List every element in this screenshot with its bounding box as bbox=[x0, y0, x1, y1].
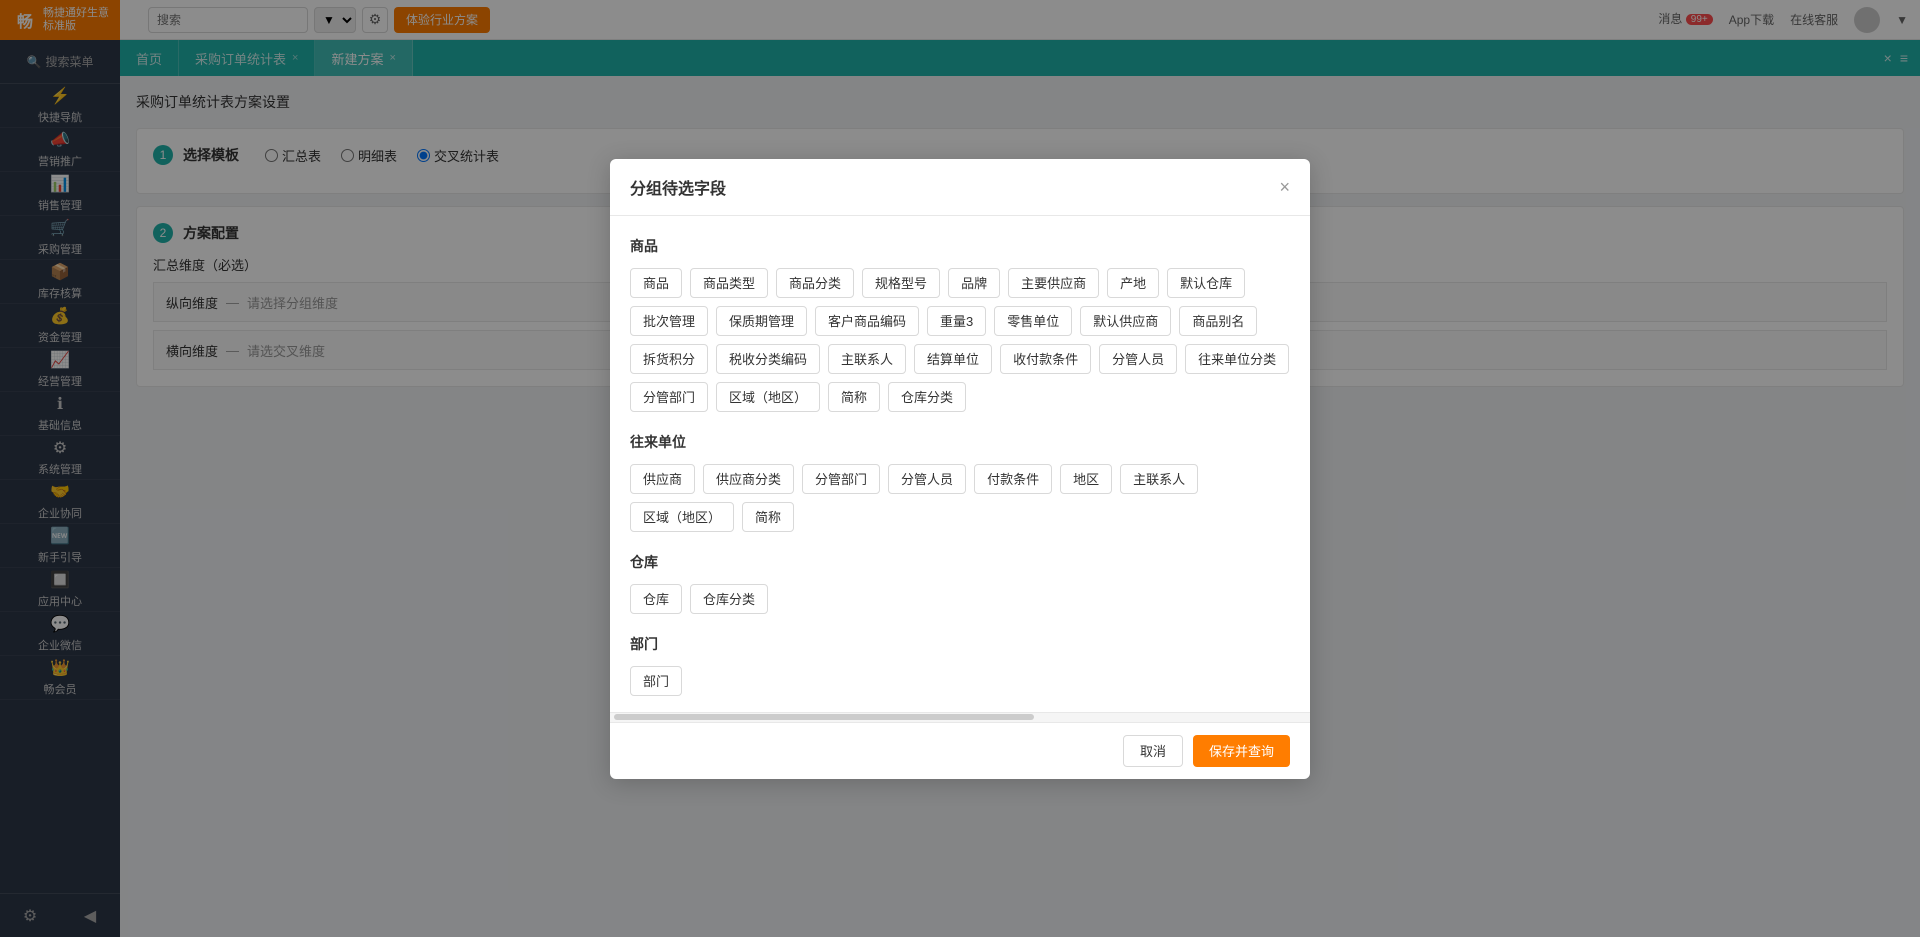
field-tag-spec[interactable]: 规格型号 bbox=[862, 268, 940, 298]
field-tag-supplier[interactable]: 供应商 bbox=[630, 464, 695, 494]
confirm-button[interactable]: 保存并查询 bbox=[1193, 735, 1290, 767]
field-tag-origin[interactable]: 产地 bbox=[1107, 268, 1159, 298]
department-field-tags: 部门 bbox=[630, 666, 1290, 696]
field-tag-default-warehouse[interactable]: 默认仓库 bbox=[1167, 268, 1245, 298]
section-product: 商品 商品 商品类型 商品分类 规格型号 品牌 主要供应商 产地 默认仓库 批次… bbox=[630, 236, 1290, 412]
field-tag-department[interactable]: 部门 bbox=[630, 666, 682, 696]
field-tag-settlement-unit[interactable]: 结算单位 bbox=[914, 344, 992, 374]
field-tag-counterpart-category[interactable]: 往来单位分类 bbox=[1185, 344, 1289, 374]
field-tag-cp-supervisor[interactable]: 分管人员 bbox=[888, 464, 966, 494]
field-tag-payment-cond[interactable]: 付款条件 bbox=[974, 464, 1052, 494]
product-field-tags: 商品 商品类型 商品分类 规格型号 品牌 主要供应商 产地 默认仓库 批次管理 … bbox=[630, 268, 1290, 412]
section-product-title: 商品 bbox=[630, 236, 1290, 256]
modal-title: 分组待选字段 bbox=[630, 175, 726, 199]
modal-horizontal-scrollbar[interactable] bbox=[610, 712, 1310, 722]
section-counterpart-title: 往来单位 bbox=[630, 432, 1290, 452]
field-tag-warehouse-category[interactable]: 仓库分类 bbox=[888, 382, 966, 412]
cancel-button[interactable]: 取消 bbox=[1123, 735, 1183, 767]
section-department: 部门 部门 bbox=[630, 634, 1290, 696]
field-tag-wh[interactable]: 仓库 bbox=[630, 584, 682, 614]
field-tag-product-category[interactable]: 商品分类 bbox=[776, 268, 854, 298]
modal-footer: 取消 保存并查询 bbox=[610, 722, 1310, 779]
field-tag-supplier-category[interactable]: 供应商分类 bbox=[703, 464, 794, 494]
field-tag-customer-code[interactable]: 客户商品编码 bbox=[815, 306, 919, 336]
field-tag-split-points[interactable]: 拆货积分 bbox=[630, 344, 708, 374]
section-counterpart: 往来单位 供应商 供应商分类 分管部门 分管人员 付款条件 地区 主联系人 区域… bbox=[630, 432, 1290, 532]
field-tag-main-contact[interactable]: 主联系人 bbox=[1120, 464, 1198, 494]
field-tag-batch[interactable]: 批次管理 bbox=[630, 306, 708, 336]
section-department-title: 部门 bbox=[630, 634, 1290, 654]
field-select-modal: 分组待选字段 × 商品 商品 商品类型 商品分类 规格型号 品牌 主要供应商 产… bbox=[610, 159, 1310, 779]
field-tag-payment-terms[interactable]: 收付款条件 bbox=[1000, 344, 1091, 374]
field-tag-region[interactable]: 区域（地区） bbox=[716, 382, 820, 412]
field-tag-cp-region[interactable]: 区域（地区） bbox=[630, 502, 734, 532]
field-tag-dept[interactable]: 分管部门 bbox=[630, 382, 708, 412]
field-tag-retail-unit[interactable]: 零售单位 bbox=[994, 306, 1072, 336]
field-tag-weight[interactable]: 重量3 bbox=[927, 306, 986, 336]
field-tag-alias[interactable]: 商品别名 bbox=[1179, 306, 1257, 336]
modal-body: 商品 商品 商品类型 商品分类 规格型号 品牌 主要供应商 产地 默认仓库 批次… bbox=[610, 216, 1310, 712]
field-tag-area[interactable]: 地区 bbox=[1060, 464, 1112, 494]
modal-header: 分组待选字段 × bbox=[610, 159, 1310, 216]
modal-close-button[interactable]: × bbox=[1279, 178, 1290, 196]
field-tag-supervisor[interactable]: 分管人员 bbox=[1099, 344, 1177, 374]
warehouse-field-tags: 仓库 仓库分类 bbox=[630, 584, 1290, 614]
counterpart-field-tags: 供应商 供应商分类 分管部门 分管人员 付款条件 地区 主联系人 区域（地区） … bbox=[630, 464, 1290, 532]
field-tag-product-type[interactable]: 商品类型 bbox=[690, 268, 768, 298]
field-tag-default-supplier[interactable]: 默认供应商 bbox=[1080, 306, 1171, 336]
field-tag-brand[interactable]: 品牌 bbox=[948, 268, 1000, 298]
section-warehouse: 仓库 仓库 仓库分类 bbox=[630, 552, 1290, 614]
field-tag-wh-category[interactable]: 仓库分类 bbox=[690, 584, 768, 614]
modal-overlay: 分组待选字段 × 商品 商品 商品类型 商品分类 规格型号 品牌 主要供应商 产… bbox=[0, 0, 1920, 937]
field-tag-main-supplier[interactable]: 主要供应商 bbox=[1008, 268, 1099, 298]
field-tag-contact[interactable]: 主联系人 bbox=[828, 344, 906, 374]
field-tag-tax-code[interactable]: 税收分类编码 bbox=[716, 344, 820, 374]
field-tag-cp-dept[interactable]: 分管部门 bbox=[802, 464, 880, 494]
field-tag-product[interactable]: 商品 bbox=[630, 268, 682, 298]
field-tag-expiry[interactable]: 保质期管理 bbox=[716, 306, 807, 336]
section-warehouse-title: 仓库 bbox=[630, 552, 1290, 572]
field-tag-abbr[interactable]: 简称 bbox=[828, 382, 880, 412]
field-tag-cp-abbr[interactable]: 简称 bbox=[742, 502, 794, 532]
